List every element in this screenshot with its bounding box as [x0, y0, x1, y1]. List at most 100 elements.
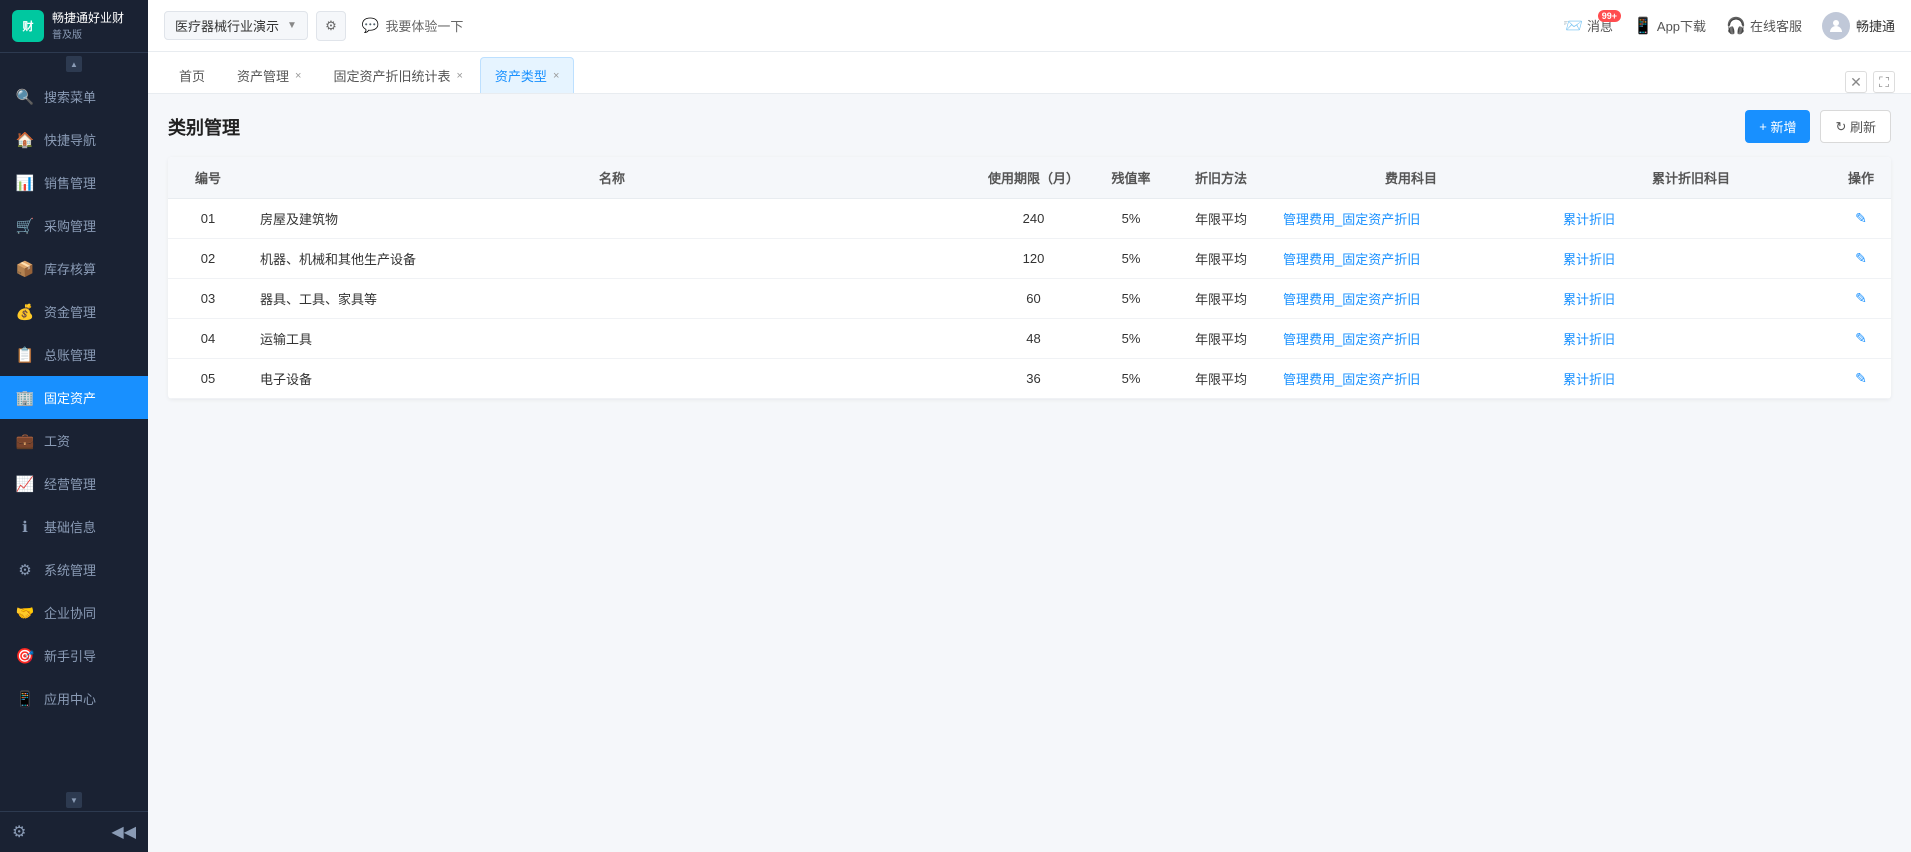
online-service-action[interactable]: 🎧 在线客服: [1726, 16, 1802, 36]
app-download-icon: 📱: [1633, 16, 1653, 36]
app-logo-text: 畅捷通好业财 普及版: [52, 11, 124, 42]
sidebar-item-basic-info[interactable]: ℹ 基础信息: [0, 505, 148, 548]
edit-button-3[interactable]: ✎: [1855, 330, 1867, 346]
sidebar-item-ledger[interactable]: 📋 总账管理: [0, 333, 148, 376]
sidebar-item-label-finance: 资金管理: [44, 302, 96, 321]
sidebar-item-operations[interactable]: 📈 经营管理: [0, 462, 148, 505]
sidebar-item-wages[interactable]: 💼 工资: [0, 419, 148, 462]
main-content: 医疗器械行业演示 ▼ ⚙ 💬 我要体验一下 📨 消息 99 📱 App下载: [148, 0, 1911, 852]
industry-arrow-icon: ▼: [287, 20, 297, 31]
cell-action-3[interactable]: ✎: [1831, 319, 1891, 359]
inventory-icon: 📦: [16, 260, 34, 278]
topbar-settings-button[interactable]: ⚙: [316, 11, 346, 41]
app-download-action[interactable]: 📱 App下载: [1633, 16, 1706, 36]
avatar: [1822, 12, 1850, 40]
tab-asset-type[interactable]: 资产类型 ×: [480, 57, 574, 93]
topbar: 医疗器械行业演示 ▼ ⚙ 💬 我要体验一下 📨 消息 99 📱 App下载: [148, 0, 1911, 52]
new-icon: +: [1759, 119, 1767, 134]
sidebar: 财 畅捷通好业财 普及版 ▲ 🔍 搜索菜单 🏠 快捷导航 📊 销售管理 🛒 采购…: [0, 0, 148, 852]
cell-action-2[interactable]: ✎: [1831, 279, 1891, 319]
edit-button-2[interactable]: ✎: [1855, 290, 1867, 306]
settings-icon: ⚙: [325, 18, 337, 34]
cell-accum-1: 累计折旧: [1551, 239, 1831, 279]
topbar-experience-button[interactable]: 💬 我要体验一下: [362, 16, 463, 35]
settings-footer-icon[interactable]: ⚙: [12, 822, 26, 842]
sidebar-item-enterprise[interactable]: 🤝 企业协同: [0, 591, 148, 634]
app-logo-icon: 财: [12, 10, 44, 42]
app-download-label: App下载: [1657, 16, 1706, 35]
sidebar-item-purchase[interactable]: 🛒 采购管理: [0, 204, 148, 247]
cell-residual-4: 5%: [1091, 359, 1171, 399]
wages-icon: 💼: [16, 432, 34, 450]
cell-name-0: 房屋及建筑物: [248, 199, 976, 239]
tab-expand-button[interactable]: ⛶: [1873, 71, 1895, 93]
message-action[interactable]: 📨 消息 99: [1563, 16, 1613, 36]
sidebar-item-newbie[interactable]: 🎯 新手引导: [0, 634, 148, 677]
th-code: 编号: [168, 157, 248, 199]
th-expense: 费用科目: [1271, 157, 1551, 199]
tab-home[interactable]: 首页: [164, 57, 220, 93]
sidebar-item-inventory[interactable]: 📦 库存核算: [0, 247, 148, 290]
tab-asset-management-label: 资产管理: [237, 66, 289, 85]
sidebar-scroll-up[interactable]: ▲: [0, 53, 148, 75]
cell-period-2: 60: [976, 279, 1091, 319]
sidebar-item-finance[interactable]: 💰 资金管理: [0, 290, 148, 333]
system-icon: ⚙: [16, 561, 34, 579]
sidebar-item-app-center[interactable]: 📱 应用中心: [0, 677, 148, 720]
sidebar-item-sales[interactable]: 📊 销售管理: [0, 161, 148, 204]
new-button[interactable]: + 新增: [1745, 110, 1810, 143]
newbie-icon: 🎯: [16, 647, 34, 665]
cell-method-0: 年限平均: [1171, 199, 1271, 239]
cell-residual-3: 5%: [1091, 319, 1171, 359]
tab-asset-type-close[interactable]: ×: [553, 70, 559, 82]
sidebar-scroll-down[interactable]: ▼: [0, 789, 148, 811]
experience-label: 我要体验一下: [385, 16, 463, 35]
sidebar-item-label-system: 系统管理: [44, 560, 96, 579]
edit-button-0[interactable]: ✎: [1855, 210, 1867, 226]
message-icon: 📨: [1563, 16, 1583, 36]
message-badge: 99: [1598, 10, 1621, 22]
sidebar-item-search[interactable]: 🔍 搜索菜单: [0, 75, 148, 118]
th-accum: 累计折旧科目: [1551, 157, 1831, 199]
cell-method-2: 年限平均: [1171, 279, 1271, 319]
sidebar-item-label-inventory: 库存核算: [44, 259, 96, 278]
industry-selector[interactable]: 医疗器械行业演示 ▼: [164, 11, 308, 40]
tab-asset-management-close[interactable]: ×: [295, 70, 301, 82]
edit-button-1[interactable]: ✎: [1855, 250, 1867, 266]
sidebar-item-label-ledger: 总账管理: [44, 345, 96, 364]
sidebar-footer: ⚙ ◀◀: [0, 811, 148, 852]
refresh-label: 刷新: [1850, 117, 1876, 136]
sidebar-item-quick-nav[interactable]: 🏠 快捷导航: [0, 118, 148, 161]
cell-action-1[interactable]: ✎: [1831, 239, 1891, 279]
tab-asset-management[interactable]: 资产管理 ×: [222, 57, 316, 93]
cell-name-1: 机器、机械和其他生产设备: [248, 239, 976, 279]
table-row: 03 器具、工具、家具等 60 5% 年限平均 管理费用_固定资产折旧 累计折旧…: [168, 279, 1891, 319]
cell-action-4[interactable]: ✎: [1831, 359, 1891, 399]
sidebar-logo: 财 畅捷通好业财 普及版: [0, 0, 148, 53]
sidebar-item-system[interactable]: ⚙ 系统管理: [0, 548, 148, 591]
cell-expense-4: 管理费用_固定资产折旧: [1271, 359, 1551, 399]
table-row: 02 机器、机械和其他生产设备 120 5% 年限平均 管理费用_固定资产折旧 …: [168, 239, 1891, 279]
table-container: 编号 名称 使用期限（月） 残值率 折旧方法 费用科目 累计折旧科目 操作 01…: [168, 157, 1891, 399]
collapse-icon[interactable]: ◀◀: [111, 822, 136, 842]
tab-depreciation-stats-label: 固定资产折旧统计表: [333, 66, 450, 85]
scroll-down-arrow[interactable]: ▼: [66, 792, 82, 808]
sidebar-item-label-sales: 销售管理: [44, 173, 96, 192]
cell-action-0[interactable]: ✎: [1831, 199, 1891, 239]
topbar-right: 📨 消息 99 📱 App下载 🎧 在线客服 畅捷通: [1563, 12, 1895, 40]
cell-residual-2: 5%: [1091, 279, 1171, 319]
refresh-button[interactable]: ↻ 刷新: [1820, 110, 1891, 143]
scroll-up-arrow[interactable]: ▲: [66, 56, 82, 72]
user-profile-action[interactable]: 畅捷通: [1822, 12, 1895, 40]
tab-depreciation-stats-close[interactable]: ×: [456, 70, 462, 82]
cell-accum-3: 累计折旧: [1551, 319, 1831, 359]
edit-button-4[interactable]: ✎: [1855, 370, 1867, 386]
sidebar-item-label-wages: 工资: [44, 431, 70, 450]
operations-icon: 📈: [16, 475, 34, 493]
sidebar-item-fixed-assets[interactable]: 🏢 固定资产: [0, 376, 148, 419]
tab-depreciation-stats[interactable]: 固定资产折旧统计表 ×: [318, 57, 477, 93]
table-row: 01 房屋及建筑物 240 5% 年限平均 管理费用_固定资产折旧 累计折旧 ✎: [168, 199, 1891, 239]
sidebar-item-label-app-center: 应用中心: [44, 689, 96, 708]
tab-close-button[interactable]: ✕: [1845, 71, 1867, 93]
cell-expense-1: 管理费用_固定资产折旧: [1271, 239, 1551, 279]
